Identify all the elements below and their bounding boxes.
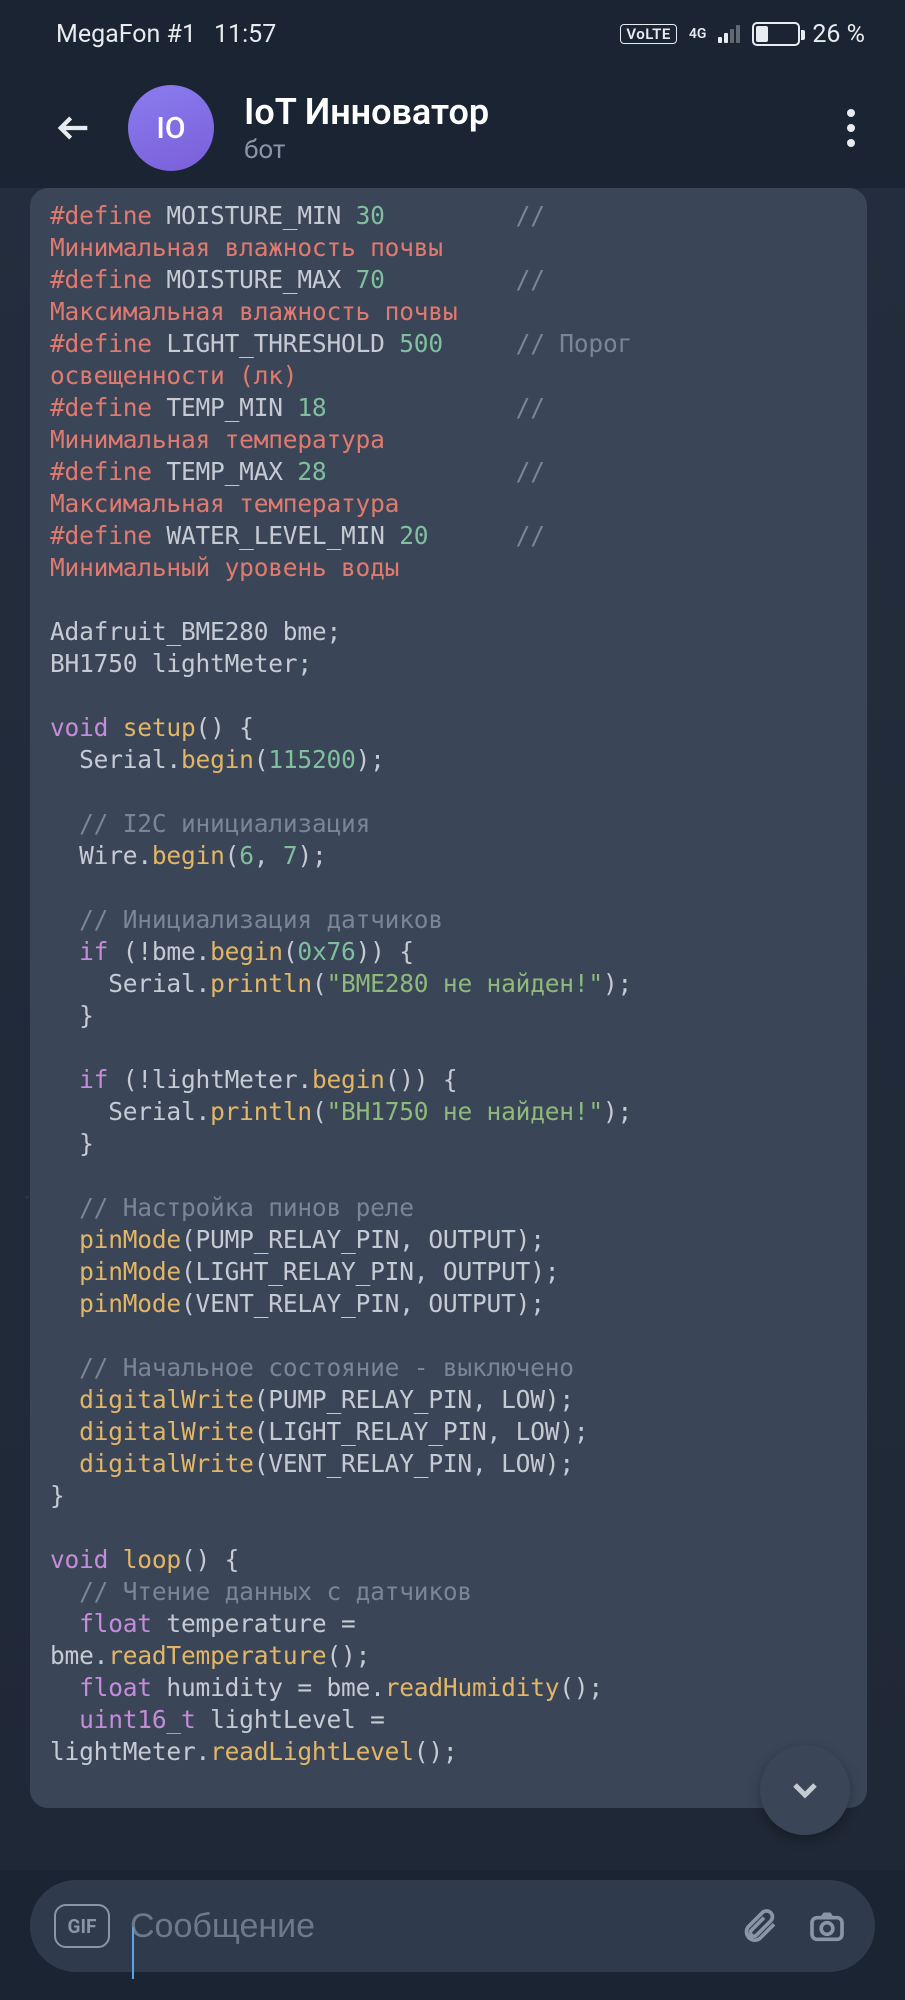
more-vertical-icon	[847, 109, 855, 147]
code-block: #define MOISTURE_MIN 30 //Минимальная вл…	[30, 200, 867, 1768]
status-bar: MegaFon #1 11:57 VoLTE 4G 26 %	[0, 0, 905, 68]
text-cursor	[132, 1927, 134, 1979]
back-button[interactable]	[50, 104, 98, 152]
message-bubble: #define MOISTURE_MIN 30 //Минимальная вл…	[30, 188, 867, 1808]
battery-icon	[752, 22, 800, 46]
camera-button[interactable]	[803, 1902, 851, 1950]
attach-button[interactable]	[735, 1902, 783, 1950]
avatar[interactable]: IO	[128, 85, 214, 171]
chat-subtitle: бот	[244, 135, 797, 165]
arrow-left-icon	[54, 108, 94, 148]
signal-icon	[718, 25, 740, 43]
camera-icon	[807, 1906, 847, 1946]
gif-button[interactable]: GIF	[54, 1904, 110, 1948]
message-input-bar: GIF	[30, 1880, 875, 1972]
carrier-label: MegaFon #1	[56, 20, 196, 49]
scroll-to-bottom-button[interactable]	[760, 1745, 850, 1835]
chat-title: IoT Инноватор	[244, 91, 797, 133]
network-type: 4G	[689, 27, 707, 41]
clock-label: 11:57	[214, 20, 276, 49]
paperclip-icon	[739, 1906, 779, 1946]
chat-header: IO IoT Инноватор бот	[0, 68, 905, 188]
chat-title-block[interactable]: IoT Инноватор бот	[244, 91, 797, 165]
chevron-down-icon	[785, 1770, 825, 1810]
volte-badge: VoLTE	[620, 24, 676, 44]
battery-percent: 26 %	[812, 20, 865, 49]
message-input[interactable]	[130, 1907, 715, 1946]
more-button[interactable]	[827, 104, 875, 152]
chat-area[interactable]: #define MOISTURE_MIN 30 //Минимальная вл…	[0, 188, 905, 1870]
avatar-initials: IO	[156, 111, 185, 146]
